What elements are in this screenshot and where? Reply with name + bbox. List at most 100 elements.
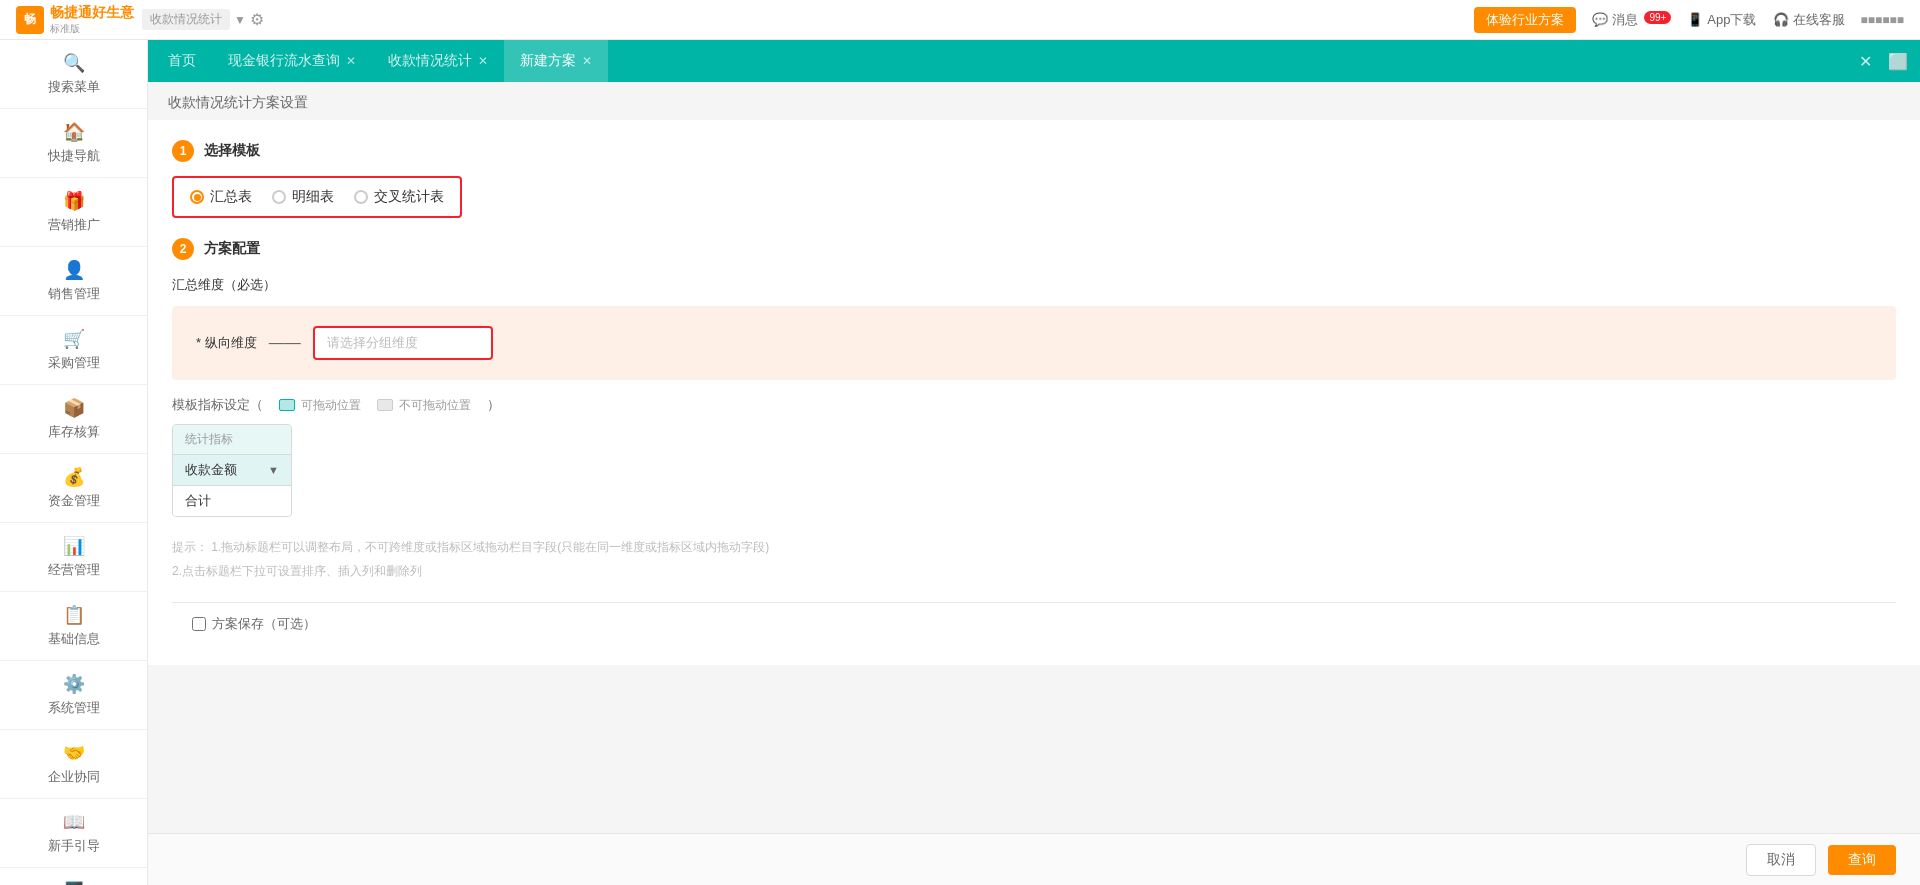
radio-detail[interactable]: 明细表 — [272, 188, 334, 206]
clipboard-icon: 📋 — [63, 604, 85, 626]
step2-title: 方案配置 — [204, 240, 260, 258]
radio-cross-label: 交叉统计表 — [374, 188, 444, 206]
box-icon: 📦 — [63, 397, 85, 419]
step1-section: 1 选择模板 汇总表 明细表 — [172, 140, 1896, 218]
home-icon: 🏠 — [63, 121, 85, 143]
sidebar-item-label: 快捷导航 — [48, 147, 100, 165]
message-label: 消息 — [1612, 11, 1638, 29]
tab-newplan[interactable]: 新建方案 ✕ — [504, 40, 608, 82]
sidebar-item-nav[interactable]: 🏠 快捷导航 — [0, 109, 147, 178]
metrics-total-row: 合计 — [173, 486, 291, 516]
sidebar-item-label: 系统管理 — [48, 699, 100, 717]
maximize-window-icon[interactable]: ⬜ — [1884, 48, 1912, 75]
radio-summary-label: 汇总表 — [210, 188, 252, 206]
gift-icon: 🎁 — [63, 190, 85, 212]
breadcrumb-area: 收款情况统计 ▼ ⚙ — [142, 9, 264, 30]
radio-cross[interactable]: 交叉统计表 — [354, 188, 444, 206]
query-button[interactable]: 查询 — [1828, 845, 1896, 875]
cart-icon: 🛒 — [63, 328, 85, 350]
save-checkbox[interactable] — [192, 617, 206, 631]
metrics-col-receipt[interactable]: 收款金额 ▼ — [173, 455, 291, 486]
top-header: 畅 畅捷通好生意 标准版 收款情况统计 ▼ ⚙ 体验行业方案 💬 消息 99+ … — [0, 0, 1920, 40]
tab-home-label: 首页 — [168, 52, 196, 70]
download-action[interactable]: 📱 App下载 — [1687, 11, 1756, 29]
dimension-select[interactable]: 请选择分组维度 — [313, 326, 493, 360]
step2-header: 2 方案配置 — [172, 238, 1896, 260]
footer-bar: 取消 查询 — [148, 833, 1920, 885]
book-icon: 📖 — [63, 811, 85, 833]
tab-receipt[interactable]: 收款情况统计 ✕ — [372, 40, 504, 82]
message-badge: 99+ — [1644, 11, 1671, 24]
tab-cashflow-close[interactable]: ✕ — [346, 54, 356, 68]
sidebar-item-label: 采购管理 — [48, 354, 100, 372]
tab-bar: 首页 现金银行流水查询 ✕ 收款情况统计 ✕ 新建方案 ✕ ✕ ⬜ — [148, 40, 1920, 82]
sidebar-item-label: 基础信息 — [48, 630, 100, 648]
sidebar-item-sales[interactable]: 👤 销售管理 — [0, 247, 147, 316]
metrics-section: 模板指标设定（ 可拖动位置 不可拖动位置 ） — [172, 396, 1896, 517]
step1-header: 1 选择模板 — [172, 140, 1896, 162]
step1-badge: 1 — [172, 140, 194, 162]
person-icon: 👤 — [63, 259, 85, 281]
sidebar-item-newbie[interactable]: 📖 新手引导 — [0, 799, 147, 868]
tab-home[interactable]: 首页 — [148, 40, 212, 82]
page-title-bar: 收款情况统计方案设置 — [148, 82, 1920, 120]
monitor-icon: 🖥️ — [63, 880, 85, 885]
tab-bar-right: ✕ ⬜ — [1855, 48, 1920, 75]
logo-sub: 标准版 — [50, 22, 134, 36]
gear-icon: ⚙️ — [63, 673, 85, 695]
legend-fixed: 不可拖动位置 — [377, 397, 471, 414]
search-icon: 🔍 — [63, 52, 85, 74]
tab-receipt-close[interactable]: ✕ — [478, 54, 488, 68]
sidebar-item-management[interactable]: 📊 经营管理 — [0, 523, 147, 592]
template-select-box: 汇总表 明细表 交叉统计表 — [172, 176, 462, 218]
sidebar-item-label: 企业协同 — [48, 768, 100, 786]
chevron-down-icon[interactable]: ▼ — [268, 464, 279, 476]
page-title: 收款情况统计方案设置 — [168, 94, 308, 110]
sidebar-item-purchase[interactable]: 🛒 采购管理 — [0, 316, 147, 385]
dimension-area: * 纵向维度 —— 请选择分组维度 — [172, 306, 1896, 380]
settings-icon[interactable]: ⚙ — [250, 10, 264, 29]
tab-newplan-close[interactable]: ✕ — [582, 54, 592, 68]
step2-section: 2 方案配置 汇总维度（必选） * 纵向维度 —— — [172, 238, 1896, 582]
save-section: 方案保存（可选） — [172, 602, 1896, 645]
metrics-column-stats: 统计指标 收款金额 ▼ 合计 — [172, 424, 292, 517]
sidebar-item-label: 资金管理 — [48, 492, 100, 510]
logo-icon: 畅 — [16, 6, 44, 34]
save-checkbox-label[interactable]: 方案保存（可选） — [192, 615, 316, 633]
sidebar-item-marketing[interactable]: 🎁 营销推广 — [0, 178, 147, 247]
sidebar-item-label: 库存核算 — [48, 423, 100, 441]
message-icon: 💬 — [1592, 12, 1608, 27]
service-action[interactable]: 🎧 在线客服 — [1773, 11, 1845, 29]
dimension-section: 汇总维度（必选） * 纵向维度 —— 请选择分组维度 — [172, 276, 1896, 380]
logo-text: 畅捷通好生意 — [50, 4, 134, 22]
cancel-button[interactable]: 取消 — [1746, 844, 1816, 876]
sidebar-item-enterprise[interactable]: 🤝 企业协同 — [0, 730, 147, 799]
metrics-col-header-label: 统计指标 — [185, 431, 233, 448]
money-icon: 💰 — [63, 466, 85, 488]
sidebar-item-search[interactable]: 🔍 搜索菜单 — [0, 40, 147, 109]
sidebar-item-system[interactable]: ⚙️ 系统管理 — [0, 661, 147, 730]
download-icon: 📱 — [1687, 12, 1703, 27]
trial-button[interactable]: 体验行业方案 — [1474, 7, 1576, 33]
logo: 畅 畅捷通好生意 标准版 — [16, 4, 134, 36]
chart-icon: 📊 — [63, 535, 85, 557]
tips-section: 提示： 1.拖动标题栏可以调整布局，不可跨维度或指标区域拖动栏目字段(只能在同一… — [172, 537, 1896, 582]
breadcrumb: 收款情况统计 — [142, 9, 230, 30]
sidebar-item-finance[interactable]: 💰 资金管理 — [0, 454, 147, 523]
tab-receipt-label: 收款情况统计 — [388, 52, 472, 70]
sidebar-item-hardware[interactable]: 🖥️ 智能硬件 — [0, 868, 147, 885]
radio-summary-dot — [190, 190, 204, 204]
user-info: ■■■■■■ — [1861, 13, 1905, 27]
message-action[interactable]: 💬 消息 99+ — [1592, 11, 1671, 29]
legend-draggable-label: 可拖动位置 — [301, 397, 361, 414]
sidebar-item-basic[interactable]: 📋 基础信息 — [0, 592, 147, 661]
arrow-icon: —— — [269, 334, 301, 352]
sidebar-item-label: 经营管理 — [48, 561, 100, 579]
tab-cashflow[interactable]: 现金银行流水查询 ✕ — [212, 40, 372, 82]
radio-summary[interactable]: 汇总表 — [190, 188, 252, 206]
sidebar: 🔍 搜索菜单 🏠 快捷导航 🎁 营销推广 👤 销售管理 🛒 采购管理 📦 库存核… — [0, 40, 148, 885]
service-icon: 🎧 — [1773, 12, 1789, 27]
sidebar-item-inventory[interactable]: 📦 库存核算 — [0, 385, 147, 454]
close-window-icon[interactable]: ✕ — [1855, 48, 1876, 75]
vertical-dimension-row: * 纵向维度 —— 请选择分组维度 — [196, 326, 1872, 360]
